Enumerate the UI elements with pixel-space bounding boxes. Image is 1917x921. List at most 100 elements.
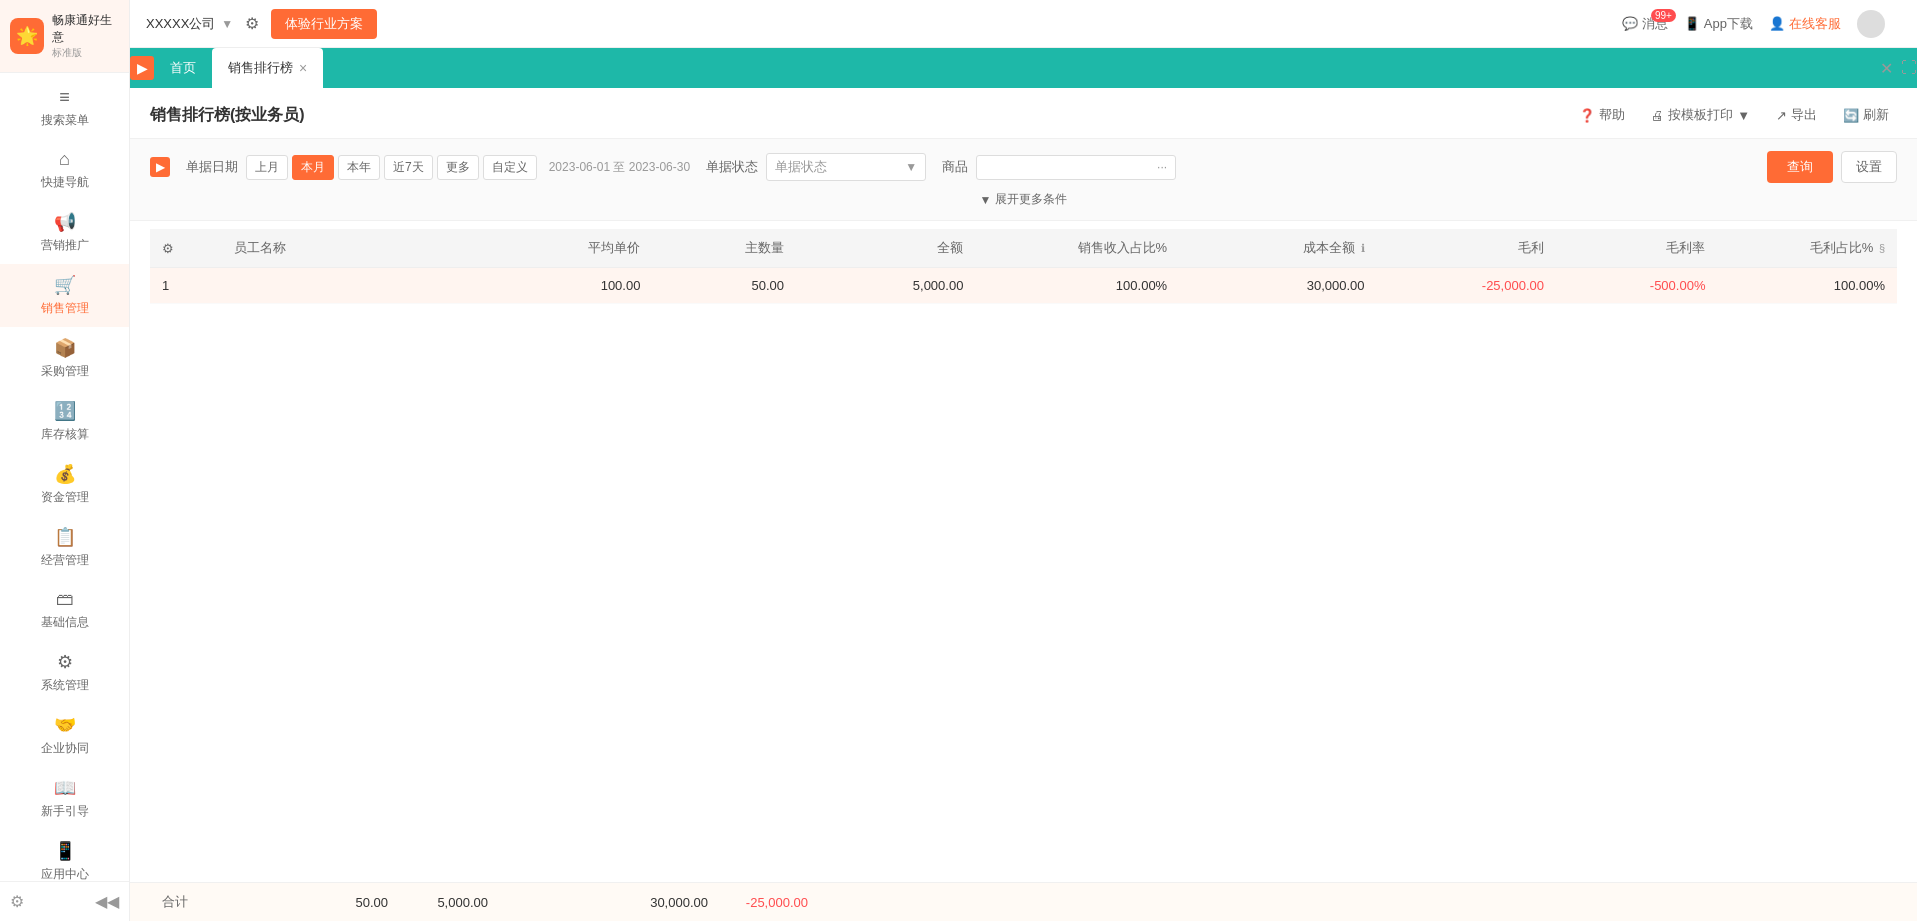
- sidebar-item-basic-info[interactable]: 🗃 基础信息: [0, 579, 129, 641]
- refresh-icon: 🔄: [1843, 108, 1859, 123]
- print-icon: 🖨: [1651, 108, 1664, 123]
- help-button[interactable]: ❓ 帮助: [1571, 102, 1633, 128]
- sidebar-item-marketing[interactable]: 📢 营销推广: [0, 201, 129, 264]
- header-settings-icon[interactable]: ⚙: [245, 14, 259, 33]
- window-close-icon[interactable]: ✕: [1880, 59, 1893, 78]
- settings-footer-icon[interactable]: ⚙: [10, 892, 24, 911]
- finance-icon: 💰: [54, 463, 76, 485]
- filter-toggle-icon[interactable]: ▶: [150, 157, 170, 177]
- tab-home[interactable]: 首页: [154, 48, 212, 88]
- collapse-sidebar-icon[interactable]: ◀◀: [95, 892, 119, 911]
- cell-grosspct: 100.00%: [1717, 268, 1897, 304]
- online-service-button[interactable]: 👤 在线客服: [1769, 15, 1841, 33]
- cell-avgprice: 100.00: [473, 268, 652, 304]
- user-avatar[interactable]: [1857, 10, 1885, 38]
- date-btn-custom[interactable]: 自定义: [483, 155, 537, 180]
- status-filter-label: 单据状态: [706, 158, 758, 176]
- app-icon: 📱: [1684, 16, 1700, 31]
- sidebar-item-operation[interactable]: 📋 经营管理: [0, 516, 129, 579]
- logo-name: 畅康通好生意: [52, 12, 119, 46]
- goods-select[interactable]: ···: [976, 155, 1176, 180]
- company-selector[interactable]: XXXXX公司 ▼: [146, 15, 233, 33]
- print-button[interactable]: 🖨 按模板打印 ▼: [1643, 102, 1758, 128]
- sidebar-item-inventory[interactable]: 🔢 库存核算: [0, 390, 129, 453]
- footer-qty: 50.00: [308, 895, 388, 910]
- sidebar-item-search-menu[interactable]: ≡ 搜索菜单: [0, 77, 129, 139]
- sidebar-item-guide[interactable]: 📖 新手引导: [0, 767, 129, 830]
- sidebar-item-label: 库存核算: [41, 426, 89, 443]
- date-btn-7days[interactable]: 近7天: [384, 155, 433, 180]
- table-body: 1 100.00 50.00 5,000.00 100.00% 30,000.0…: [150, 268, 1897, 304]
- sidebar-item-sales[interactable]: 🛒 销售管理: [0, 264, 129, 327]
- col-grossrate-header: 毛利率: [1556, 229, 1717, 268]
- app-download-button[interactable]: 📱 App下载: [1684, 15, 1753, 33]
- refresh-button[interactable]: 🔄 刷新: [1835, 102, 1897, 128]
- date-filter-options: 上月 本月 本年 近7天 更多 自定义: [246, 155, 537, 180]
- sidebar-item-purchase[interactable]: 📦 采购管理: [0, 327, 129, 390]
- logo-icon: 🌟: [10, 18, 44, 54]
- col-qty-header: 主数量: [652, 229, 796, 268]
- content-area: 销售排行榜(按业务员) ❓ 帮助 🖨 按模板打印 ▼ ↗ 导出 🔄 刷新: [130, 88, 1917, 921]
- tab-close-icon[interactable]: ×: [299, 60, 307, 76]
- col-avgprice-header: 平均单价: [473, 229, 652, 268]
- sidebar-nav: ≡ 搜索菜单 ⌂ 快捷导航 📢 营销推广 🛒 销售管理 📦 采购管理 🔢 库存核…: [0, 73, 129, 881]
- sidebar-item-system[interactable]: ⚙ 系统管理: [0, 641, 129, 704]
- window-maximize-icon[interactable]: ⛶: [1901, 59, 1917, 77]
- cost-info-icon: ℹ: [1361, 242, 1365, 254]
- query-button[interactable]: 查询: [1767, 151, 1833, 183]
- status-select[interactable]: 单据状态 ▼: [766, 153, 926, 181]
- sidebar-item-app-center[interactable]: 📱 应用中心: [0, 830, 129, 881]
- date-filter-label: 单据日期: [186, 158, 238, 176]
- cell-name: [222, 268, 473, 304]
- home-tab-label: 首页: [170, 59, 196, 77]
- goods-more-icon: ···: [1157, 160, 1167, 174]
- sidebar-item-label: 基础信息: [41, 614, 89, 631]
- help-label: 帮助: [1599, 106, 1625, 124]
- cell-cost: 30,000.00: [1179, 268, 1376, 304]
- print-label: 按模板打印: [1668, 106, 1733, 124]
- tab-sales-ranking[interactable]: 销售排行榜 ×: [212, 48, 323, 88]
- sidebar-footer: ⚙ ◀◀: [0, 881, 129, 921]
- service-label: 在线客服: [1789, 15, 1841, 33]
- sidebar-logo: 🌟 畅康通好生意 标准版: [0, 0, 129, 73]
- col-name-header: 员工名称: [222, 229, 473, 268]
- date-btn-this-year[interactable]: 本年: [338, 155, 380, 180]
- sales-ranking-tab-label: 销售排行榜: [228, 59, 293, 77]
- service-icon: 👤: [1769, 16, 1785, 31]
- sidebar-item-quick-nav[interactable]: ⌂ 快捷导航: [0, 139, 129, 201]
- expand-conditions-button[interactable]: ▼ 展开更多条件: [150, 191, 1897, 208]
- export-button[interactable]: ↗ 导出: [1768, 102, 1825, 128]
- table-settings-button[interactable]: 设置: [1841, 151, 1897, 183]
- date-btn-last-month[interactable]: 上月: [246, 155, 288, 180]
- expand-down-icon: ▼: [980, 193, 992, 207]
- inventory-icon: 🔢: [54, 400, 76, 422]
- date-btn-more[interactable]: 更多: [437, 155, 479, 180]
- col-grosspct-header: 毛利占比% §: [1717, 229, 1897, 268]
- sidebar-item-label: 搜索菜单: [41, 112, 89, 129]
- goods-filter: 商品 ···: [942, 155, 1176, 180]
- company-dropdown-icon: ▼: [221, 17, 233, 31]
- status-filter: 单据状态 单据状态 ▼: [706, 153, 926, 181]
- sidebar-toggle-icon[interactable]: ▶: [130, 56, 154, 80]
- sidebar-item-finance[interactable]: 💰 资金管理: [0, 453, 129, 516]
- sidebar-item-enterprise[interactable]: 🤝 企业协同: [0, 704, 129, 767]
- message-button[interactable]: 💬 消息 99+: [1622, 15, 1668, 33]
- footer-amount: 5,000.00: [388, 895, 488, 910]
- sidebar-item-label: 应用中心: [41, 866, 89, 881]
- tabbar: ▶ 首页 销售排行榜 × ✕ ⛶: [130, 48, 1917, 88]
- col-gross-header: 毛利: [1377, 229, 1556, 268]
- sidebar-item-label: 资金管理: [41, 489, 89, 506]
- ranking-table: ⚙ 员工名称 平均单价 主数量 全额 销售收入占比% 成本全额 ℹ 毛利 毛利率: [150, 229, 1897, 304]
- header: XXXXX公司 ▼ ⚙ 体验行业方案 💬 消息 99+ 📱 App下载 👤 在线…: [130, 0, 1917, 48]
- header-row: ⚙ 员工名称 平均单价 主数量 全额 销售收入占比% 成本全额 ℹ 毛利 毛利率: [150, 229, 1897, 268]
- sidebar-item-label: 新手引导: [41, 803, 89, 820]
- date-range-display: 2023-06-01 至 2023-06-30: [549, 159, 690, 176]
- cell-salespct: 100.00%: [975, 268, 1179, 304]
- company-name: XXXXX公司: [146, 15, 215, 33]
- date-btn-this-month[interactable]: 本月: [292, 155, 334, 180]
- footer-values: 50.00 5,000.00 30,000.00 -25,000.00: [208, 895, 808, 910]
- goods-select-value: [985, 160, 989, 175]
- col-settings-header[interactable]: ⚙: [150, 229, 222, 268]
- footer-label: 合计: [162, 893, 188, 911]
- trial-button[interactable]: 体验行业方案: [271, 9, 377, 39]
